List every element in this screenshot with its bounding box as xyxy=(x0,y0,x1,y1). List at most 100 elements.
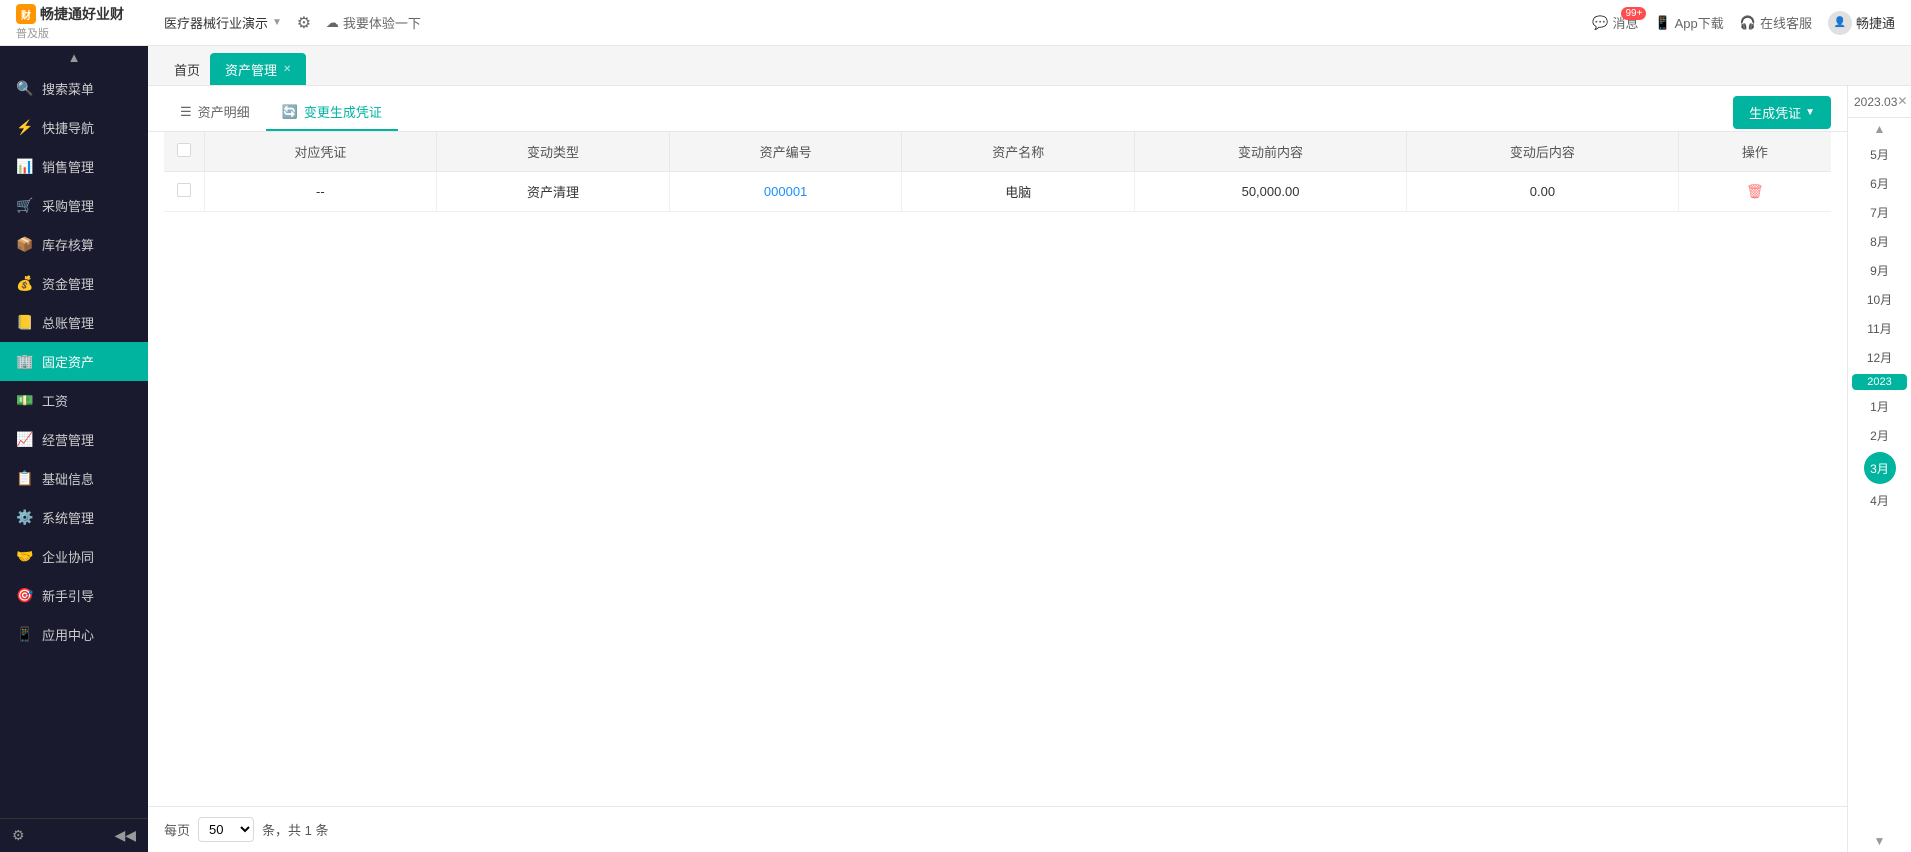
month-5[interactable]: 5月 xyxy=(1848,140,1911,169)
calendar-scroll-up[interactable]: ▲ xyxy=(1848,118,1911,140)
month-3-current[interactable]: 3月 xyxy=(1864,452,1896,484)
sidebar-item-ledger[interactable]: 📒 总账管理 xyxy=(0,303,148,342)
row-checkbox[interactable] xyxy=(177,183,191,197)
sidebar-item-finance[interactable]: 💰 资金管理 xyxy=(0,264,148,303)
newbie-icon: 🎯 xyxy=(16,587,34,605)
settings-icon[interactable]: ⚙ xyxy=(290,9,318,37)
online-service-button[interactable]: 🎧 在线客服 xyxy=(1740,13,1812,32)
dropdown-arrow-icon: ▼ xyxy=(1805,107,1815,118)
sidebar-item-purchase[interactable]: 🛒 采购管理 xyxy=(0,186,148,225)
month-12[interactable]: 12月 xyxy=(1848,343,1911,372)
month-1[interactable]: 1月 xyxy=(1848,392,1911,421)
message-button[interactable]: 💬 消息 99+ xyxy=(1592,13,1638,32)
cell-before: 50,000.00 xyxy=(1135,172,1407,212)
cell-change-type: 资产清理 xyxy=(437,172,670,212)
right-panel: 2023.03 ✕ ⤢ ▲ 5月 6月 7月 8月 9月 10月 11月 12月 xyxy=(1847,86,1911,852)
operations-icon: 📈 xyxy=(16,431,34,449)
month-9[interactable]: 9月 xyxy=(1848,256,1911,285)
message-badge: 99+ xyxy=(1621,7,1646,20)
sidebar-item-app-center[interactable]: 📱 应用中心 xyxy=(0,615,148,654)
month-7[interactable]: 7月 xyxy=(1848,198,1911,227)
data-table: 对应凭证 变动类型 资产编号 资产名称 变动前内容 变动后内容 操作 xyxy=(164,132,1831,212)
panel-header: 2023.03 ✕ ⤢ xyxy=(1848,86,1911,118)
sidebar-item-newbie[interactable]: 🎯 新手引导 xyxy=(0,576,148,615)
calendar-list: 5月 6月 7月 8月 9月 10月 11月 12月 2023 1月 2月 3月… xyxy=(1848,140,1911,830)
sidebar-item-search[interactable]: 🔍 搜索菜单 xyxy=(0,69,148,108)
content-area: 首页 资产管理 ✕ ☰ 资产明细 🔄 变更 xyxy=(148,46,1911,852)
tab-asset-management[interactable]: 资产管理 ✕ xyxy=(210,53,306,85)
logo: 财 畅捷通好业财 普及版 xyxy=(16,4,164,41)
page-content: ☰ 资产明细 🔄 变更生成凭证 生成凭证 ▼ xyxy=(148,86,1911,852)
month-10[interactable]: 10月 xyxy=(1848,285,1911,314)
sales-icon: 📊 xyxy=(16,158,34,176)
inner-content: ☰ 资产明细 🔄 变更生成凭证 生成凭证 ▼ xyxy=(148,86,1847,852)
col-asset-code: 资产编号 xyxy=(669,132,902,172)
download-icon: 📱 xyxy=(1654,15,1670,31)
logo-subtitle: 普及版 xyxy=(16,25,49,41)
calendar-scroll-down[interactable]: ▼ xyxy=(1848,830,1911,852)
tab-home[interactable]: 首页 xyxy=(164,54,210,85)
logo-icon: 财 xyxy=(16,4,36,24)
finance-icon: 💰 xyxy=(16,275,34,293)
month-8[interactable]: 8月 xyxy=(1848,227,1911,256)
panel-close-icon[interactable]: ✕ xyxy=(1897,94,1907,109)
list-icon: ☰ xyxy=(180,104,192,120)
table-header-checkbox[interactable] xyxy=(164,132,204,172)
cell-operation[interactable]: 🗑 xyxy=(1678,172,1831,212)
table-row: -- 资产清理 000001 电脑 50,000.00 0.00 🗑 xyxy=(164,172,1831,212)
sidebar-item-inventory[interactable]: 📦 库存核算 xyxy=(0,225,148,264)
app-download-button[interactable]: 📱 App下载 xyxy=(1654,13,1723,32)
headset-icon: 🎧 xyxy=(1740,15,1756,31)
month-6[interactable]: 6月 xyxy=(1848,169,1911,198)
payroll-icon: 💵 xyxy=(16,392,34,410)
generate-voucher-button[interactable]: 生成凭证 ▼ xyxy=(1733,96,1831,129)
fixed-assets-icon: 🏢 xyxy=(16,353,34,371)
col-voucher: 对应凭证 xyxy=(204,132,437,172)
gear-icon[interactable]: ⚙ xyxy=(12,827,25,844)
sidebar-item-system[interactable]: ⚙️ 系统管理 xyxy=(0,498,148,537)
tab-bar: 首页 资产管理 ✕ xyxy=(148,46,1911,86)
sidebar-item-payroll[interactable]: 💵 工资 xyxy=(0,381,148,420)
page-size-select[interactable]: 50 10 20 100 xyxy=(198,817,254,842)
ledger-icon: 📒 xyxy=(16,314,34,332)
delete-icon[interactable]: 🗑 xyxy=(1746,183,1764,199)
sidebar-scroll-up[interactable]: ▲ xyxy=(0,46,148,69)
col-change-type: 变动类型 xyxy=(437,132,670,172)
inventory-icon: 📦 xyxy=(16,236,34,254)
month-4[interactable]: 4月 xyxy=(1848,486,1911,515)
sidebar-item-basic-info[interactable]: 📋 基础信息 xyxy=(0,459,148,498)
table-header-row: 对应凭证 变动类型 资产编号 资产名称 变动前内容 变动后内容 操作 xyxy=(164,132,1831,172)
sidebar-item-enterprise[interactable]: 🤝 企业协同 xyxy=(0,537,148,576)
row-checkbox-cell[interactable] xyxy=(164,172,204,212)
user-section[interactable]: 👤 畅捷通 xyxy=(1828,11,1895,35)
month-2[interactable]: 2月 xyxy=(1848,421,1911,450)
tab-asset-detail[interactable]: ☰ 资产明细 xyxy=(164,94,266,131)
sidebar-item-operations[interactable]: 📈 经营管理 xyxy=(0,420,148,459)
month-11[interactable]: 11月 xyxy=(1848,314,1911,343)
system-icon: ⚙️ xyxy=(16,509,34,527)
purchase-icon: 🛒 xyxy=(16,197,34,215)
cell-after: 0.00 xyxy=(1406,172,1678,212)
sidebar-item-quick-nav[interactable]: ⚡ 快捷导航 xyxy=(0,108,148,147)
sidebar-bottom: ⚙ ◀◀ xyxy=(0,818,148,852)
enterprise-icon: 🤝 xyxy=(16,548,34,566)
header-checkbox[interactable] xyxy=(177,143,191,157)
quick-nav-icon: ⚡ xyxy=(16,119,34,137)
col-before: 变动前内容 xyxy=(1135,132,1407,172)
cloud-icon: ☁ xyxy=(326,15,339,31)
collapse-icon[interactable]: ◀◀ xyxy=(114,827,136,844)
sidebar-item-fixed-assets[interactable]: 🏢 固定资产 xyxy=(0,342,148,381)
company-selector[interactable]: 医疗器械行业演示 ▼ xyxy=(164,13,282,32)
cell-asset-code: 000001 xyxy=(669,172,902,212)
tab-close-icon[interactable]: ✕ xyxy=(283,64,291,75)
logo-title: 财 畅捷通好业财 xyxy=(16,4,124,24)
sidebar-item-sales[interactable]: 📊 销售管理 xyxy=(0,147,148,186)
experience-button[interactable]: ☁ 我要体验一下 xyxy=(326,13,421,32)
tab-change-voucher[interactable]: 🔄 变更生成凭证 xyxy=(266,94,398,131)
basic-info-icon: 📋 xyxy=(16,470,34,488)
col-asset-name: 资产名称 xyxy=(902,132,1135,172)
col-operation: 操作 xyxy=(1678,132,1831,172)
message-icon: 💬 xyxy=(1592,15,1608,31)
header-middle: 医疗器械行业演示 ▼ ⚙ ☁ 我要体验一下 xyxy=(164,9,1592,37)
app-center-icon: 📱 xyxy=(16,626,34,644)
